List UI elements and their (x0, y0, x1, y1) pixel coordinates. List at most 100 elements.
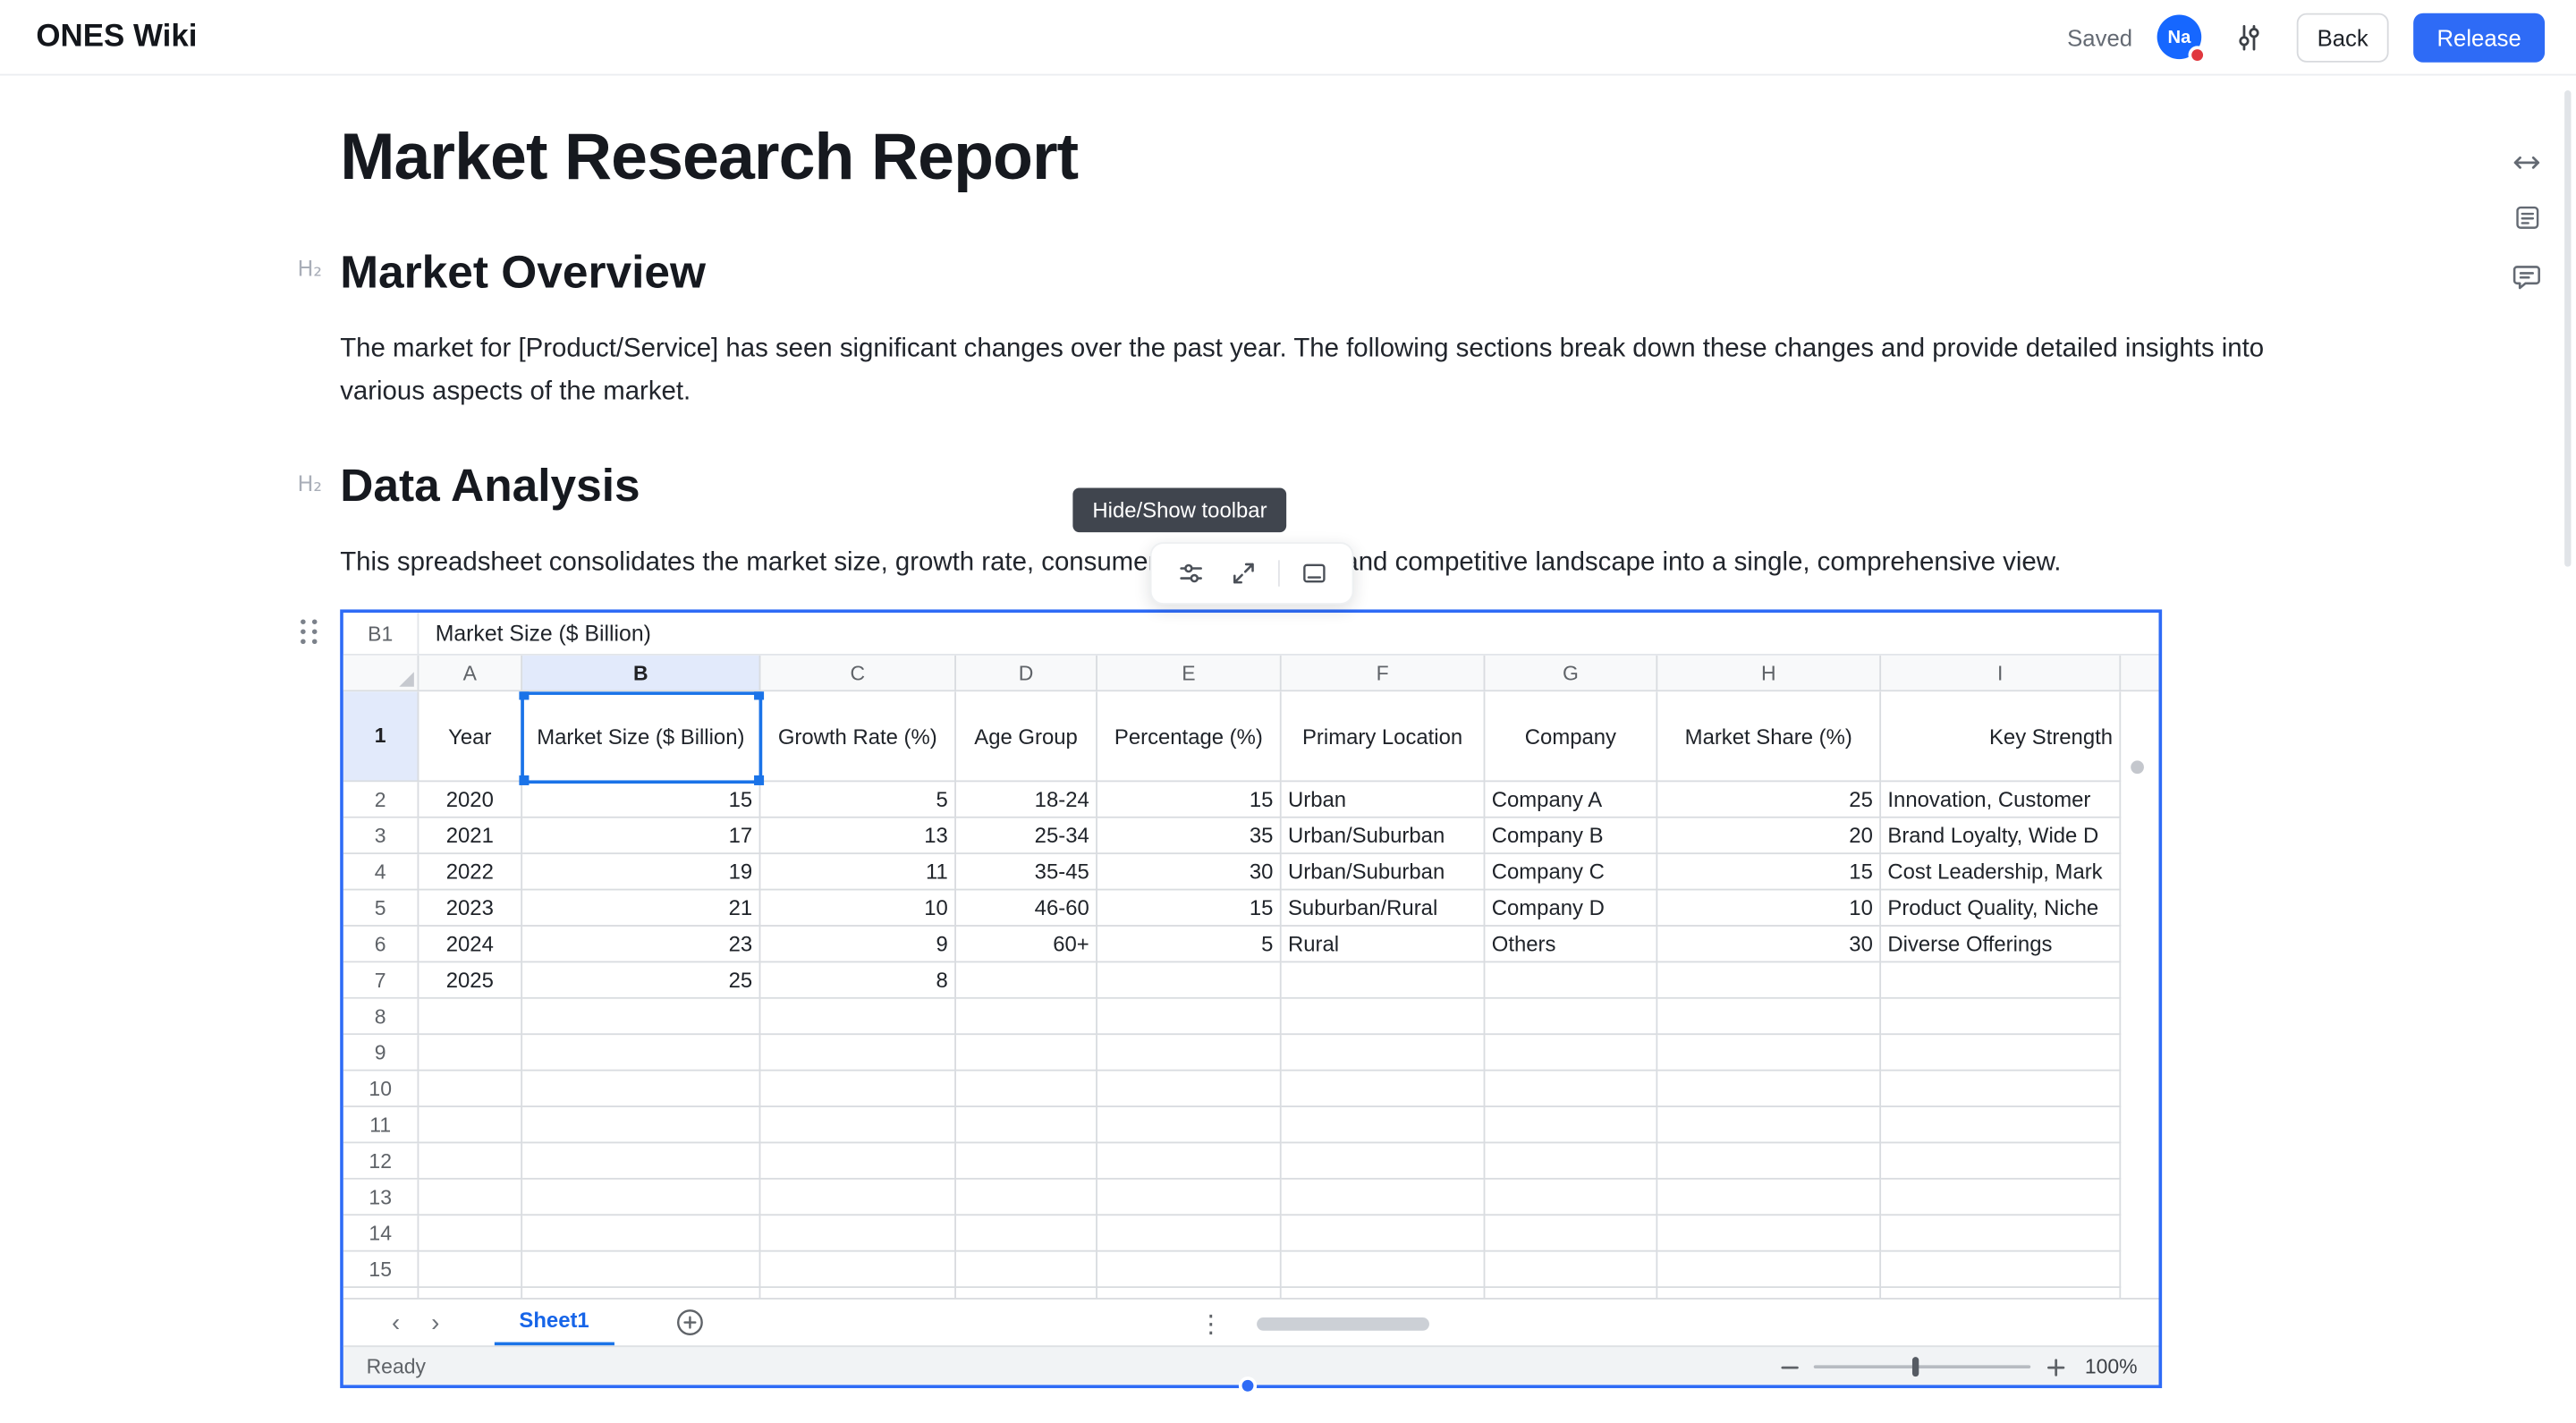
fullscreen-icon[interactable] (1224, 555, 1260, 591)
cell-H6[interactable]: 30 (1657, 926, 1882, 963)
cell-C6[interactable]: 9 (760, 926, 956, 963)
cell-I6[interactable]: Diverse Offerings (1881, 926, 2122, 963)
cell-G8[interactable] (1485, 998, 1658, 1036)
zoom-out-icon[interactable] (1776, 1353, 1802, 1379)
cell-A10[interactable] (419, 1071, 523, 1107)
cell-D16[interactable] (956, 1287, 1097, 1299)
cell-I11[interactable] (1881, 1106, 2122, 1144)
cell-D1[interactable]: Age Group (955, 691, 1097, 783)
cell-E9[interactable] (1097, 1035, 1282, 1071)
cell-G6[interactable]: Others (1485, 926, 1658, 963)
cell-B6[interactable]: 23 (522, 926, 761, 963)
row-header-7[interactable]: 7 (343, 962, 419, 999)
cell-G5[interactable]: Company D (1485, 890, 1658, 927)
cell-C4[interactable]: 11 (760, 854, 956, 891)
more-icon[interactable]: ⋮ (1194, 1300, 1227, 1347)
cell-A16[interactable] (419, 1287, 523, 1299)
cell-I10[interactable] (1881, 1071, 2122, 1107)
cell-E2[interactable]: 15 (1097, 782, 1282, 818)
cell-B12[interactable] (522, 1143, 761, 1180)
row-header-15[interactable]: 15 (343, 1251, 419, 1288)
cell-B3[interactable]: 17 (522, 817, 761, 855)
cell-H10[interactable] (1657, 1071, 1882, 1107)
cell-B10[interactable] (522, 1071, 761, 1107)
cell-F14[interactable] (1281, 1215, 1486, 1252)
cell-I12[interactable] (1881, 1143, 2122, 1180)
cell-F2[interactable]: Urban (1281, 782, 1486, 818)
toolbar-toggle-icon[interactable] (1295, 555, 1331, 591)
cell-G2[interactable]: Company A (1485, 782, 1658, 818)
page-title[interactable]: Market Research Report (340, 122, 1079, 196)
cell-F5[interactable]: Suburban/Rural (1281, 890, 1486, 927)
cell-F10[interactable] (1281, 1071, 1486, 1107)
cell-C10[interactable] (760, 1071, 956, 1107)
row-header-12[interactable]: 12 (343, 1143, 419, 1180)
paragraph-market-overview[interactable]: The market for [Product/Service] has see… (340, 328, 2278, 414)
cell-G16[interactable] (1485, 1287, 1658, 1299)
heading-data-analysis[interactable]: Data Analysis (340, 460, 640, 512)
row-header-10[interactable]: 10 (343, 1071, 419, 1107)
cell-B9[interactable] (522, 1035, 761, 1071)
cell-H12[interactable] (1657, 1143, 1882, 1180)
cell-G7[interactable] (1485, 962, 1658, 999)
cell-C9[interactable] (760, 1035, 956, 1071)
prev-sheet-arrow-icon[interactable]: ‹ (377, 1309, 416, 1336)
row-header-1[interactable]: 1 (343, 691, 419, 783)
cell-C13[interactable] (760, 1179, 956, 1216)
cell-H4[interactable]: 15 (1657, 854, 1882, 891)
back-button[interactable]: Back (2296, 12, 2389, 62)
row-header-2[interactable]: 2 (343, 782, 419, 818)
column-header-I[interactable]: I (1881, 655, 2122, 690)
cell-E14[interactable] (1097, 1215, 1282, 1252)
app-title[interactable]: ONES Wiki (36, 19, 197, 55)
cell-B11[interactable] (522, 1106, 761, 1144)
cell-F11[interactable] (1281, 1106, 1486, 1144)
cell-H13[interactable] (1657, 1179, 1882, 1216)
cell-C1[interactable]: Growth Rate (%) (760, 691, 956, 783)
cell-H8[interactable] (1657, 998, 1882, 1036)
cell-E16[interactable] (1097, 1287, 1282, 1299)
cell-F12[interactable] (1281, 1143, 1486, 1180)
drag-handle-icon[interactable] (301, 619, 318, 644)
cell-B13[interactable] (522, 1179, 761, 1216)
tune-icon[interactable] (1173, 555, 1208, 591)
cell-H3[interactable]: 20 (1657, 817, 1882, 855)
column-header-F[interactable]: F (1282, 655, 1486, 690)
heading-market-overview[interactable]: Market Overview (340, 247, 706, 300)
cell-A2[interactable]: 2020 (419, 782, 523, 818)
sheet-horizontal-scrollbar[interactable] (1257, 1317, 1429, 1331)
cell-H9[interactable] (1657, 1035, 1882, 1071)
cell-D3[interactable]: 25-34 (955, 817, 1097, 855)
cell-C3[interactable]: 13 (760, 817, 956, 855)
select-all-corner[interactable] (343, 655, 419, 690)
cell-C16[interactable] (760, 1287, 956, 1299)
column-header-H[interactable]: H (1657, 655, 1882, 690)
cell-D8[interactable] (955, 998, 1097, 1036)
cell-B7[interactable]: 25 (522, 962, 761, 999)
cell-A6[interactable]: 2024 (419, 926, 523, 963)
cell-B16[interactable] (522, 1287, 761, 1299)
cell-E8[interactable] (1097, 998, 1282, 1036)
cell-A5[interactable]: 2023 (419, 890, 523, 927)
cell-I16[interactable] (1881, 1287, 2122, 1299)
cell-G14[interactable] (1485, 1215, 1658, 1252)
cell-I7[interactable] (1881, 962, 2122, 999)
cell-D15[interactable] (955, 1251, 1097, 1288)
cell-F3[interactable]: Urban/Suburban (1281, 817, 1486, 855)
row-header-4[interactable]: 4 (343, 854, 419, 891)
cell-G4[interactable]: Company C (1485, 854, 1658, 891)
cell-F7[interactable] (1281, 962, 1486, 999)
cell-E13[interactable] (1097, 1179, 1282, 1216)
row-header-16[interactable]: 16 (343, 1287, 419, 1299)
cell-G1[interactable]: Company (1485, 691, 1658, 783)
cell-I3[interactable]: Brand Loyalty, Wide D (1881, 817, 2122, 855)
outline-icon[interactable] (2511, 200, 2544, 233)
cell-H11[interactable] (1657, 1106, 1882, 1144)
column-header-B[interactable]: B (522, 655, 761, 690)
cell-B8[interactable] (522, 998, 761, 1036)
cell-D5[interactable]: 46-60 (955, 890, 1097, 927)
cell-E15[interactable] (1097, 1251, 1282, 1288)
cell-E10[interactable] (1097, 1071, 1282, 1107)
cell-D13[interactable] (955, 1179, 1097, 1216)
cell-D12[interactable] (955, 1143, 1097, 1180)
